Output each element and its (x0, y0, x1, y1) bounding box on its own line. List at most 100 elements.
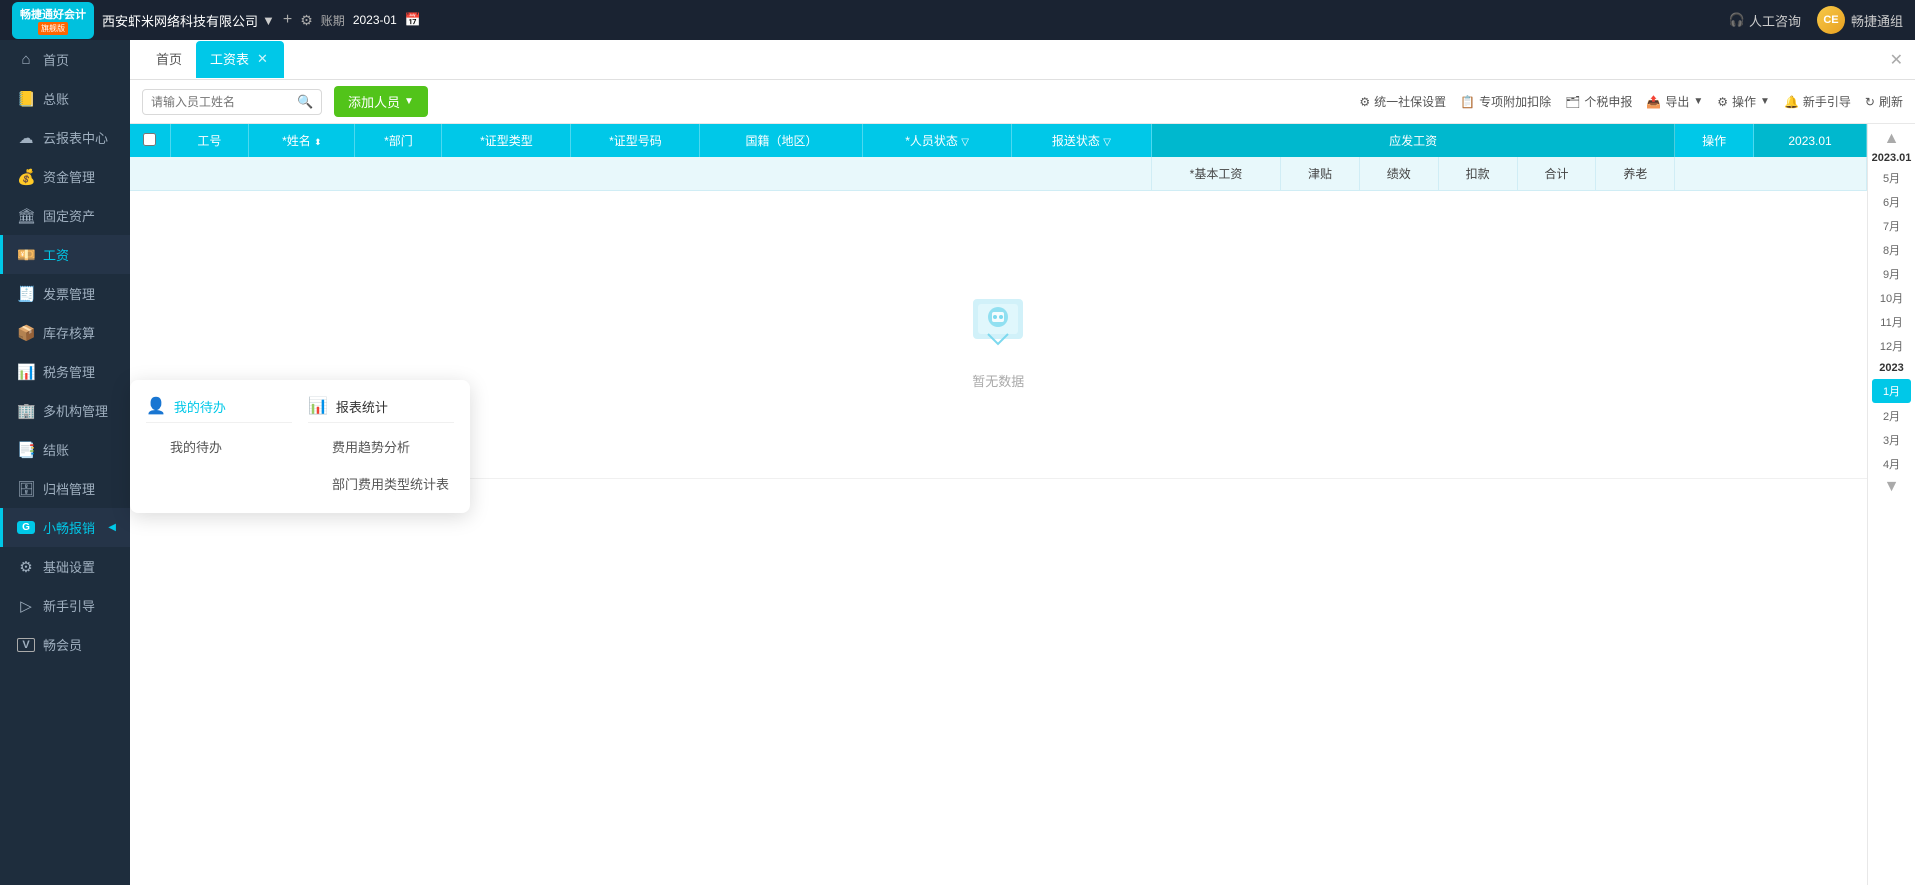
sidebar-item-multi-org[interactable]: 🏢 多机构管理 (0, 391, 130, 430)
timeline-month-4[interactable]: 4月 (1868, 452, 1915, 476)
my-todo-item[interactable]: 我的待办 (146, 433, 292, 460)
search-input[interactable] (151, 95, 291, 109)
sidebar-item-label: 结账 (43, 440, 69, 459)
username-label: 畅捷通组 (1851, 11, 1903, 30)
sidebar-item-label: 多机构管理 (43, 401, 108, 420)
sidebar-item-label: 库存核算 (43, 323, 95, 342)
period-value: 2023-01 (353, 13, 397, 27)
period-label: 账期 (321, 12, 345, 29)
settings-icon[interactable]: ⚙ (300, 12, 313, 29)
timeline-month-11[interactable]: 11月 (1868, 310, 1915, 334)
new-guide-btn[interactable]: 🔔 新手引导 (1784, 93, 1851, 110)
ledger-icon: 📒 (17, 90, 35, 108)
timeline-month-10[interactable]: 10月 (1868, 286, 1915, 310)
popup-section-report-stats-label: 报表统计 (336, 397, 388, 416)
sidebar-item-label: 固定资产 (43, 206, 95, 225)
social-insurance-btn[interactable]: ⚙ 统一社保设置 (1359, 93, 1446, 110)
tax-report-btn[interactable]: 🗂 个税申报 (1565, 93, 1632, 110)
popup-menu-grid: 👤 我的待办 我的待办 📊 报表统计 费用趋势分析 部门费用类型统计表 (146, 396, 454, 497)
export-icon: 📤 (1646, 95, 1661, 109)
new-guide-icon: 🔔 (1784, 95, 1799, 109)
special-deduct-btn[interactable]: 📋 专项附加扣除 (1460, 93, 1551, 110)
timeline-month-3[interactable]: 3月 (1868, 428, 1915, 452)
sidebar-item-salary[interactable]: 💴 工资 (0, 235, 130, 274)
sidebar-item-invoice[interactable]: 🧾 发票管理 (0, 274, 130, 313)
sidebar-item-fund[interactable]: 💰 资金管理 (0, 157, 130, 196)
add-person-button[interactable]: 添加人员 ▼ (334, 86, 428, 117)
timeline-up-nav[interactable]: ▲ (1882, 128, 1902, 150)
calendar-icon[interactable]: 📅 (405, 12, 421, 28)
timeline-current-month[interactable]: 1月 (1872, 379, 1911, 403)
app-name: 畅捷通好会计 (20, 6, 86, 22)
sidebar-item-ledger[interactable]: 📒 总账 (0, 79, 130, 118)
tab-salary[interactable]: 工资表 ✕ (196, 41, 284, 78)
sidebar-item-basic[interactable]: ⚙ 基础设置 (0, 547, 130, 586)
header-period: 2023.01 (1754, 124, 1867, 157)
search-icon: 🔍 (297, 94, 313, 110)
add-icon[interactable]: + (283, 11, 292, 29)
header-report-status: 报送状态 ▽ (1011, 124, 1151, 157)
sidebar-item-label: 畅会员 (43, 635, 82, 654)
sidebar-item-inventory[interactable]: 📦 库存核算 (0, 313, 130, 352)
header-checkbox[interactable] (130, 124, 170, 157)
sidebar-item-tax[interactable]: 📊 税务管理 (0, 352, 130, 391)
sidebar-item-label: 小畅报销 (43, 518, 95, 537)
timeline-month-8[interactable]: 8月 (1868, 238, 1915, 262)
close-window-btn[interactable]: ✕ (1890, 50, 1903, 70)
operations-btn[interactable]: ⚙ 操作 ▼ (1717, 93, 1770, 110)
sidebar-item-home[interactable]: ⌂ 首页 (0, 40, 130, 79)
select-all-checkbox[interactable] (143, 133, 156, 146)
popup-section-report-stats: 📊 报表统计 费用趋势分析 部门费用类型统计表 (308, 396, 454, 497)
close-salary-tab[interactable]: ✕ (255, 51, 270, 67)
timeline-month-2[interactable]: 2月 (1868, 404, 1915, 428)
sidebar-item-new-guide[interactable]: ▷ 新手引导 (0, 586, 130, 625)
sidebar-item-label: 归档管理 (43, 479, 95, 498)
timeline-month-6[interactable]: 6月 (1868, 190, 1915, 214)
sidebar-item-settlement[interactable]: 📑 结账 (0, 430, 130, 469)
timeline-down-nav[interactable]: ▼ (1882, 476, 1902, 498)
header-nationality: 国籍（地区） (700, 124, 863, 157)
sidebar-item-xiao-chang[interactable]: G 小畅报销 ◀ (0, 508, 130, 547)
sub-header-total: 合计 (1517, 157, 1596, 191)
timeline-top-label: 2023.01 (1870, 150, 1914, 166)
org-icon: 🏢 (17, 402, 35, 420)
empty-icon (958, 279, 1038, 359)
expense-trend-item[interactable]: 费用趋势分析 (308, 433, 454, 460)
refresh-btn[interactable]: ↻ 刷新 (1865, 93, 1903, 110)
timeline-month-12[interactable]: 12月 (1868, 334, 1915, 358)
dept-expense-item[interactable]: 部门费用类型统计表 (308, 470, 454, 497)
timeline-year-2023: 2023 (1868, 358, 1915, 378)
timeline-month-7[interactable]: 7月 (1868, 214, 1915, 238)
avatar: CE (1817, 6, 1845, 34)
export-label: 导出 (1665, 93, 1689, 110)
timeline-month-9[interactable]: 9月 (1868, 262, 1915, 286)
sidebar-item-member[interactable]: V 畅会员 (0, 625, 130, 664)
export-arrow: ▼ (1693, 96, 1703, 107)
sidebar-item-cloud-report[interactable]: ☁ 云报表中心 (0, 118, 130, 157)
service-button[interactable]: 🎧 人工咨询 (1729, 11, 1801, 30)
header-ops: 操作 (1675, 124, 1754, 157)
report-icon: 📊 (308, 396, 328, 416)
sub-header-spacer (130, 157, 1152, 191)
company-selector[interactable]: 西安虾米网络科技有限公司 ▼ (102, 11, 275, 30)
sidebar-item-label: 总账 (43, 89, 69, 108)
add-person-arrow: ▼ (404, 96, 414, 107)
export-btn[interactable]: 📤 导出 ▼ (1646, 93, 1703, 110)
sub-header-performance: 绩效 (1359, 157, 1438, 191)
gear-icon: ⚙ (17, 558, 35, 576)
tab-home[interactable]: 首页 (142, 41, 196, 78)
box-icon: 📦 (17, 324, 35, 342)
header-personnel-status: *人员状态 ▽ (863, 124, 1011, 157)
sub-header-deduction: 扣款 (1438, 157, 1517, 191)
sidebar-item-archive[interactable]: 🗄 归档管理 (0, 469, 130, 508)
sidebar-item-fixed-assets[interactable]: 🏛 固定资产 (0, 196, 130, 235)
sidebar-item-label: 工资 (43, 245, 69, 264)
right-timeline: ▲ 2023.01 5月 6月 7月 8月 9月 10月 11月 12月 202… (1867, 124, 1915, 885)
toolbar: 🔍 添加人员 ▼ ⚙ 统一社保设置 📋 专项附加扣除 (130, 80, 1915, 124)
header-id-type: *证型类型 (442, 124, 571, 157)
operations-label: 操作 (1732, 93, 1756, 110)
tab-bar: 首页 工资表 ✕ ✕ (130, 40, 1915, 80)
timeline-month-5[interactable]: 5月 (1868, 166, 1915, 190)
user-button[interactable]: CE 畅捷通组 (1817, 6, 1903, 34)
sidebar-item-label: 税务管理 (43, 362, 95, 381)
